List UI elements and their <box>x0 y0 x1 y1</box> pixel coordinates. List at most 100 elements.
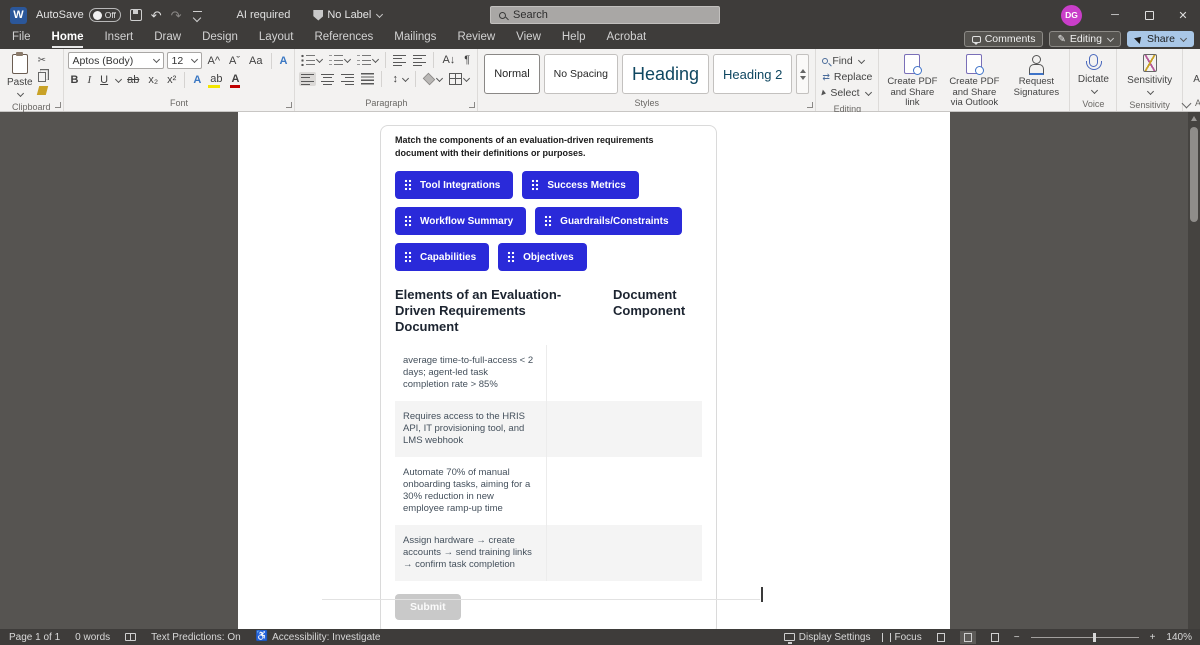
create-pdf-share-outlook-button[interactable]: Create PDF and Share via Outlook <box>945 52 1003 109</box>
paragraph-dialog-launcher-icon[interactable] <box>469 102 476 108</box>
align-left-button[interactable] <box>299 72 317 86</box>
tab-mailings[interactable]: Mailings <box>394 31 436 48</box>
justify-button[interactable] <box>359 72 376 86</box>
addins-button[interactable]: Add-ins <box>1187 52 1200 87</box>
zoom-slider-thumb[interactable] <box>1092 632 1096 642</box>
avatar[interactable]: DG <box>1061 4 1082 26</box>
strikethrough-button[interactable]: ab <box>124 73 142 87</box>
document-page[interactable]: Match the components of an evaluation-dr… <box>238 112 950 635</box>
copy-button[interactable] <box>37 72 46 82</box>
shading-button[interactable] <box>421 72 444 86</box>
zoom-level[interactable]: 140% <box>1166 632 1192 643</box>
zoom-in-button[interactable]: + <box>1150 632 1156 643</box>
tab-acrobat[interactable]: Acrobat <box>607 31 647 48</box>
tab-home[interactable]: Home <box>51 31 84 48</box>
chip-capabilities[interactable]: Capabilities <box>395 243 490 271</box>
style-no-spacing[interactable]: No Spacing <box>543 54 618 94</box>
request-signatures-button[interactable]: Request Signatures <box>1007 52 1065 109</box>
drop-target-cell[interactable] <box>546 457 702 525</box>
print-layout-button[interactable] <box>959 630 976 644</box>
tab-view[interactable]: View <box>516 31 541 48</box>
line-spacing-button[interactable]: ↕ <box>387 71 410 87</box>
decrease-indent-button[interactable] <box>391 53 408 67</box>
display-settings-button[interactable]: Display Settings <box>783 632 871 644</box>
scroll-up-arrow-icon[interactable] <box>1191 116 1197 121</box>
submit-button[interactable]: Submit <box>395 594 461 620</box>
customize-quick-access-icon[interactable] <box>192 10 202 20</box>
web-layout-button[interactable] <box>987 631 1003 644</box>
create-pdf-share-link-button[interactable]: Create PDF and Share link <box>883 52 941 109</box>
font-color-button[interactable]: A <box>229 72 243 88</box>
italic-button[interactable]: I <box>84 73 94 87</box>
undo-button[interactable]: ↶ <box>151 9 162 22</box>
restore-button[interactable] <box>1132 0 1166 30</box>
dictate-button[interactable]: Dictate <box>1074 52 1112 97</box>
style-normal[interactable]: Normal <box>484 54 540 94</box>
tab-help[interactable]: Help <box>562 31 586 48</box>
sensitivity-label-button[interactable]: No Label <box>313 9 384 21</box>
bullets-button[interactable] <box>299 53 324 67</box>
share-button[interactable]: Share <box>1126 31 1194 47</box>
multilevel-list-button[interactable] <box>355 53 380 67</box>
font-size-select[interactable]: 12 <box>166 52 202 69</box>
drag-handle-icon[interactable] <box>507 251 516 263</box>
numbering-button[interactable] <box>327 53 352 67</box>
drag-handle-icon[interactable] <box>404 251 412 263</box>
scrollbar-thumb[interactable] <box>1190 127 1198 222</box>
zoom-out-button[interactable]: − <box>1014 632 1020 643</box>
align-right-button[interactable] <box>339 72 356 86</box>
font-family-select[interactable]: Aptos (Body) <box>67 52 164 69</box>
chevron-down-icon[interactable] <box>115 75 123 83</box>
clipboard-dialog-launcher-icon[interactable] <box>54 102 61 108</box>
zoom-slider[interactable] <box>1030 632 1139 642</box>
style-heading2[interactable]: Heading 2 <box>713 54 793 94</box>
tab-layout[interactable]: Layout <box>259 31 294 48</box>
increase-indent-button[interactable] <box>411 53 428 67</box>
page-indicator[interactable]: Page 1 of 1 <box>9 632 60 643</box>
chip-objectives[interactable]: Objectives <box>498 243 587 271</box>
close-button[interactable]: ✕ <box>1166 0 1200 30</box>
chip-success-metrics[interactable]: Success Metrics <box>522 171 639 199</box>
save-icon[interactable] <box>129 9 142 21</box>
sort-button[interactable]: A↓ <box>439 53 458 67</box>
superscript-button[interactable]: x² <box>164 73 179 87</box>
style-heading1[interactable]: Heading <box>621 54 710 94</box>
paste-button[interactable]: Paste <box>4 52 36 100</box>
clear-formatting-button[interactable]: A <box>277 54 291 68</box>
align-center-button[interactable] <box>319 72 336 86</box>
format-painter-button[interactable] <box>36 86 48 95</box>
tab-references[interactable]: References <box>314 31 373 48</box>
text-predictions[interactable]: Text Predictions: On <box>151 632 240 643</box>
show-formatting-button[interactable]: ¶ <box>461 53 473 67</box>
comments-button[interactable]: Comments <box>963 31 1044 47</box>
change-case-button[interactable]: Aa <box>246 54 265 68</box>
select-button[interactable]: Select <box>821 87 872 99</box>
autosave-switch[interactable]: Off <box>88 8 121 22</box>
sensitivity-button[interactable]: Sensitivity <box>1121 52 1178 98</box>
find-button[interactable]: Find <box>822 55 872 67</box>
vertical-scrollbar[interactable] <box>1188 112 1200 629</box>
chip-workflow-summary[interactable]: Workflow Summary <box>395 207 527 235</box>
search-input[interactable]: Search <box>490 6 720 24</box>
text-effects-button[interactable]: A <box>190 73 204 87</box>
styles-gallery-more-button[interactable] <box>796 54 810 94</box>
drag-handle-icon[interactable] <box>531 179 540 191</box>
focus-button[interactable]: Focus <box>881 632 922 643</box>
chip-tool-integrations[interactable]: Tool Integrations <box>395 171 514 199</box>
cut-button[interactable]: ✂ <box>38 55 47 66</box>
minimize-button[interactable]: ─ <box>1098 0 1132 30</box>
tab-draw[interactable]: Draw <box>154 31 181 48</box>
drop-target-cell[interactable] <box>546 345 702 401</box>
chip-guardrails-constraints[interactable]: Guardrails/Constraints <box>535 207 682 235</box>
drag-handle-icon[interactable] <box>404 179 412 191</box>
word-count[interactable]: 0 words <box>75 632 110 643</box>
drop-target-cell[interactable] <box>546 401 702 457</box>
tab-file[interactable]: File <box>12 31 31 48</box>
accessibility-status[interactable]: ♿ Accessibility: Investigate <box>256 632 381 643</box>
tab-review[interactable]: Review <box>457 31 495 48</box>
bold-button[interactable]: B <box>68 73 82 87</box>
tab-insert[interactable]: Insert <box>104 31 133 48</box>
underline-button[interactable]: U <box>97 73 111 87</box>
subscript-button[interactable]: x₂ <box>145 73 161 87</box>
replace-button[interactable]: ⇄ Replace <box>822 71 872 83</box>
